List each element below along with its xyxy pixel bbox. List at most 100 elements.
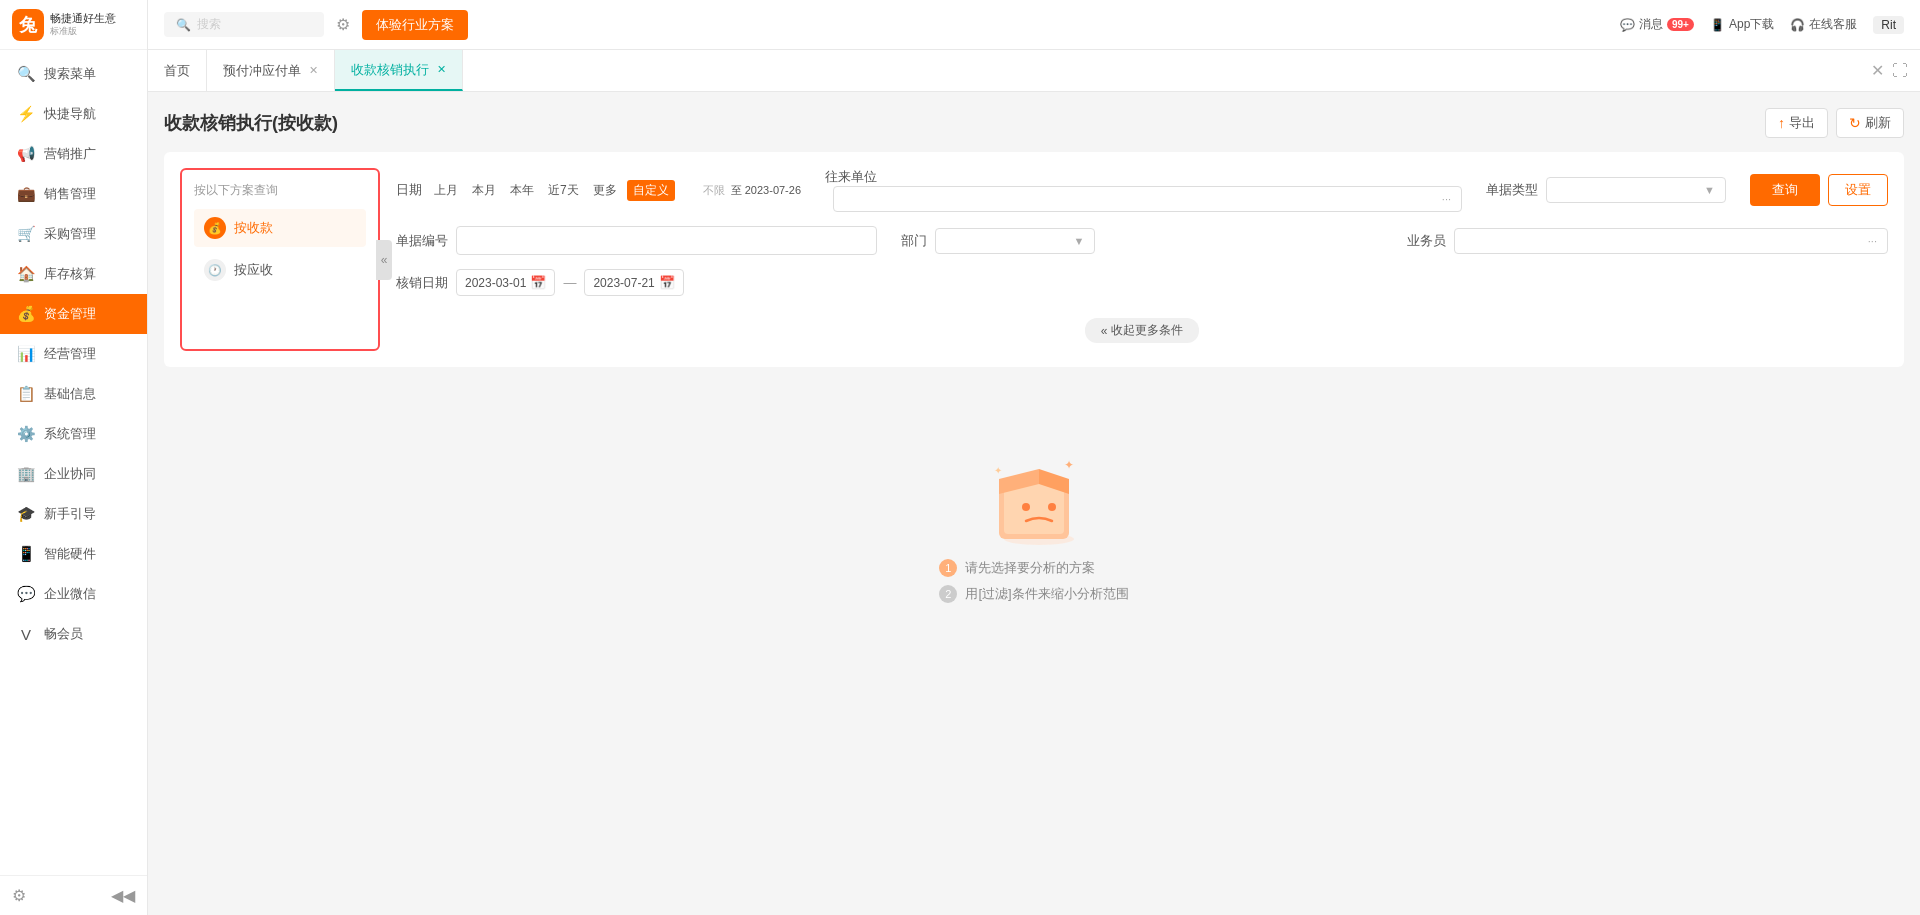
last-month-btn[interactable]: 上月 — [430, 180, 462, 201]
collapse-more-button[interactable]: « 收起更多条件 — [1085, 318, 1200, 343]
sidebar-item-销售管理[interactable]: 💼销售管理 — [0, 174, 147, 214]
sidebar-item-基础信息[interactable]: 📋基础信息 — [0, 374, 147, 414]
search-placeholder: 搜索 — [197, 16, 221, 33]
nav-label-6: 资金管理 — [44, 305, 96, 323]
counterpart-select[interactable]: ··· — [833, 186, 1462, 212]
nav-icon-5: 🏠 — [16, 264, 36, 284]
nav-icon-8: 📋 — [16, 384, 36, 404]
chevron-down-icon: ▼ — [1704, 184, 1715, 196]
nav-label-2: 营销推广 — [44, 145, 96, 163]
filter-sidebar: 按以下方案查询 💰 按收款 🕐 按应收 « — [180, 168, 380, 351]
page-actions: ↑ 导出 ↻ 刷新 — [1765, 108, 1904, 138]
nav-label-1: 快捷导航 — [44, 105, 96, 123]
sidebar-item-企业微信[interactable]: 💬企业微信 — [0, 574, 147, 614]
doc-no-input[interactable] — [456, 226, 877, 255]
dept-label: 部门 — [901, 232, 927, 250]
verify-date-end-input[interactable]: 2023-07-21 📅 — [584, 269, 683, 296]
tab-close-2[interactable]: ✕ — [437, 63, 446, 76]
solution-button[interactable]: 体验行业方案 — [362, 10, 468, 40]
hint-num-1: 1 — [939, 559, 957, 577]
filter-option-receipt-label: 按收款 — [234, 219, 273, 237]
topbar: 🔍 搜索 ⚙ 体验行业方案 💬 消息 99+ 📱 App下载 🎧 在线客服 Ri… — [148, 0, 1920, 50]
refresh-button[interactable]: ↻ 刷新 — [1836, 108, 1904, 138]
empty-hint-1: 1 请先选择要分析的方案 — [939, 559, 1128, 577]
expand-icon[interactable]: ⛶ — [1892, 62, 1908, 80]
filter-sidebar-title: 按以下方案查询 — [194, 182, 366, 199]
message-item[interactable]: 💬 消息 99+ — [1620, 16, 1694, 33]
nav-label-11: 新手引导 — [44, 505, 96, 523]
filter-option-by-receivable[interactable]: 🕐 按应收 — [194, 251, 366, 289]
sidebar-item-新手引导[interactable]: 🎓新手引导 — [0, 494, 147, 534]
date-quick-buttons: 上月 本月 本年 近7天 更多 自定义 — [430, 180, 675, 201]
nav-label-7: 经营管理 — [44, 345, 96, 363]
sidebar-item-搜索菜单[interactable]: 🔍搜索菜单 — [0, 54, 147, 94]
search-form: 日期 上月 本月 本年 近7天 更多 自定义 不限 至 2023-07-26 — [396, 168, 1888, 351]
filter-area: 按以下方案查询 💰 按收款 🕐 按应收 « 日期 — [164, 152, 1904, 367]
collapse-more-icon: « — [1101, 324, 1108, 338]
collapse-more-label: 收起更多条件 — [1111, 322, 1183, 339]
custom-date-btn[interactable]: 自定义 — [627, 180, 675, 201]
no-limit-label: 不限 — [703, 183, 725, 198]
sidebar-item-企业协同[interactable]: 🏢企业协同 — [0, 454, 147, 494]
query-button[interactable]: 查询 — [1750, 174, 1820, 206]
app-download-item[interactable]: 📱 App下载 — [1710, 16, 1774, 33]
sidebar-item-库存核算[interactable]: 🏠库存核算 — [0, 254, 147, 294]
nav-label-14: 畅会员 — [44, 625, 83, 643]
tab-close-1[interactable]: ✕ — [309, 64, 318, 77]
staff-more-icon[interactable]: ··· — [1868, 235, 1877, 247]
nav-icon-1: ⚡ — [16, 104, 36, 124]
settings-icon[interactable]: ⚙ — [336, 15, 350, 34]
close-tab-icon[interactable]: ✕ — [1871, 61, 1884, 80]
form-row-2: 单据编号 部门 ▼ 业务员 ··· — [396, 226, 1888, 255]
sidebar-item-经营管理[interactable]: 📊经营管理 — [0, 334, 147, 374]
svg-text:✦: ✦ — [1064, 458, 1074, 472]
page-content: 收款核销执行(按收款) ↑ 导出 ↻ 刷新 按以下方案查询 💰 按收款 — [148, 92, 1920, 915]
online-service-item[interactable]: 🎧 在线客服 — [1790, 16, 1857, 33]
nav-icon-9: ⚙️ — [16, 424, 36, 444]
topbar-left: 🔍 搜索 ⚙ 体验行业方案 — [164, 10, 468, 40]
export-button[interactable]: ↑ 导出 — [1765, 108, 1828, 138]
dept-select[interactable]: ▼ — [935, 228, 1095, 254]
topbar-right: 💬 消息 99+ 📱 App下载 🎧 在线客服 Rit — [1620, 16, 1904, 34]
nav-icon-6: 💰 — [16, 304, 36, 324]
this-month-btn[interactable]: 本月 — [468, 180, 500, 201]
tab-2[interactable]: 收款核销执行✕ — [335, 50, 463, 91]
sidebar-item-营销推广[interactable]: 📢营销推广 — [0, 134, 147, 174]
receivable-icon: 🕐 — [204, 259, 226, 281]
sidebar-item-畅会员[interactable]: V畅会员 — [0, 614, 147, 654]
this-year-btn[interactable]: 本年 — [506, 180, 538, 201]
staff-select[interactable]: ··· — [1454, 228, 1888, 254]
staff-label: 业务员 — [1407, 232, 1446, 250]
sidebar-item-系统管理[interactable]: ⚙️系统管理 — [0, 414, 147, 454]
verify-date-label: 核销日期 — [396, 274, 448, 292]
hint-text-1: 请先选择要分析的方案 — [965, 559, 1095, 577]
sidebar-item-采购管理[interactable]: 🛒采购管理 — [0, 214, 147, 254]
tab-1[interactable]: 预付冲应付单 ✕ — [207, 50, 335, 91]
action-row: 查询 设置 — [1750, 174, 1888, 206]
headset-icon: 🎧 — [1790, 18, 1805, 32]
date-to-label: 至 2023-07-26 — [731, 183, 801, 198]
tab-label-1: 预付冲应付单 — [223, 62, 301, 80]
last-7-days-btn[interactable]: 近7天 — [544, 180, 583, 201]
sidebar-item-智能硬件[interactable]: 📱智能硬件 — [0, 534, 147, 574]
calendar-start-icon: 📅 — [530, 275, 546, 290]
verify-date-start-input[interactable]: 2023-03-01 📅 — [456, 269, 555, 296]
topbar-search-box[interactable]: 🔍 搜索 — [164, 12, 324, 37]
counterpart-more-icon[interactable]: ··· — [1442, 193, 1451, 205]
nav-icon-3: 💼 — [16, 184, 36, 204]
doc-type-select[interactable]: ▼ — [1546, 177, 1726, 203]
settings-button[interactable]: 设置 — [1828, 174, 1888, 206]
doc-no-field: 单据编号 — [396, 226, 877, 255]
refresh-icon: ↻ — [1849, 115, 1861, 131]
settings-icon[interactable]: ⚙ — [12, 886, 26, 905]
sidebar-item-资金管理[interactable]: 💰 资金管理 — [0, 294, 147, 334]
verify-date-end-value: 2023-07-21 — [593, 276, 654, 290]
tab-0[interactable]: 首页 — [148, 50, 207, 91]
filter-option-by-receipt[interactable]: 💰 按收款 — [194, 209, 366, 247]
sidebar-item-快捷导航[interactable]: ⚡ 快捷导航 — [0, 94, 147, 134]
collapse-sidebar-btn[interactable]: « — [376, 240, 392, 280]
more-date-btn[interactable]: 更多 — [589, 180, 621, 201]
user-name[interactable]: Rit — [1873, 16, 1904, 34]
collapse-icon[interactable]: ◀◀ — [111, 886, 135, 905]
svg-point-6 — [1048, 503, 1056, 511]
